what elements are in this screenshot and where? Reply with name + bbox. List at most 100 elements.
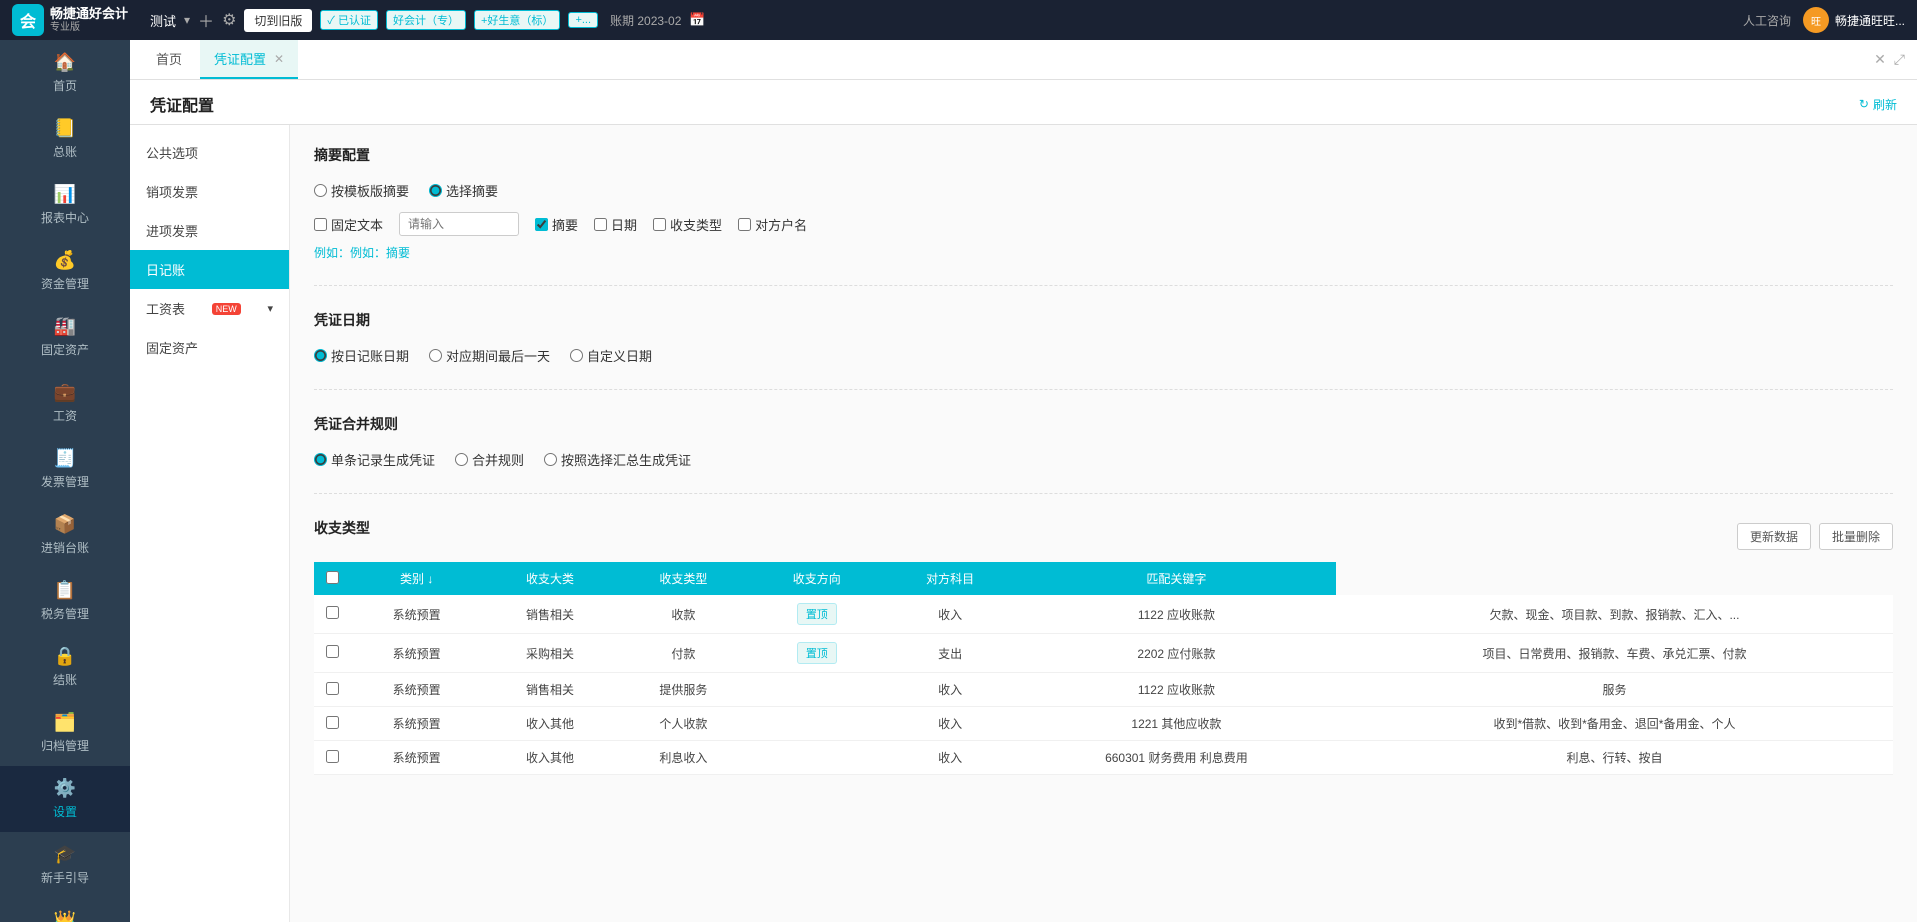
sidebar-item-salary[interactable]: 💼 工资 — [0, 370, 130, 436]
row-1-top-btn[interactable]: 置顶 — [797, 603, 837, 625]
sidebar-item-member[interactable]: 👑 畅会员 — [0, 898, 130, 922]
checkbox-summary-input[interactable] — [535, 218, 548, 231]
left-nav-payroll[interactable]: 工资表 NEW ▾ — [130, 289, 289, 328]
sidebar-item-report[interactable]: 📊 报表中心 — [0, 172, 130, 238]
radio-select-input[interactable] — [429, 184, 442, 197]
stock-icon: 📦 — [54, 514, 76, 535]
checkbox-fixed-text-input[interactable] — [314, 218, 327, 231]
divider-3 — [314, 493, 1893, 494]
invoice-icon: 🧾 — [54, 448, 76, 469]
sidebar-item-close[interactable]: 🔒 结账 — [0, 634, 130, 700]
row-1-checkbox[interactable] — [326, 606, 339, 619]
fixed-text-input[interactable] — [399, 212, 519, 236]
brand-icon: 会 — [12, 4, 44, 36]
gear-icon[interactable]: ⚙ — [222, 10, 236, 30]
radio-merge-rule-input[interactable] — [455, 453, 468, 466]
tab-expand-icon[interactable]: ⤢ — [1894, 51, 1905, 68]
radio-journal-date-input[interactable] — [314, 349, 327, 362]
left-nav-public[interactable]: 公共选项 — [130, 133, 289, 172]
sidebar-label-stock: 进销台账 — [41, 539, 89, 556]
service-btn[interactable]: 人工咨询 — [1743, 12, 1791, 29]
checkbox-fixed-text[interactable]: 固定文本 — [314, 215, 383, 234]
tab-home[interactable]: 首页 — [142, 40, 196, 79]
radio-single-record-input[interactable] — [314, 453, 327, 466]
tab-close-all-icon[interactable]: ✕ — [1874, 51, 1886, 68]
sidebar-label-fund: 资金管理 — [41, 275, 89, 292]
left-nav-fixed-asset[interactable]: 固定资产 — [130, 328, 289, 367]
left-nav-journal[interactable]: 日记账 — [130, 250, 289, 289]
row-2-account: 2202 应付账款 — [1017, 634, 1336, 673]
radio-template-input[interactable] — [314, 184, 327, 197]
tab-voucher-config[interactable]: 凭证配置 ✕ — [200, 40, 298, 79]
radio-summary-generate-input[interactable] — [544, 453, 557, 466]
sidebar-item-home[interactable]: 🏠 首页 — [0, 40, 130, 106]
row-5-account: 660301 财务费用 利息费用 — [1017, 741, 1336, 775]
select-all-checkbox[interactable] — [326, 571, 339, 584]
row-3-bigtype: 销售相关 — [483, 673, 616, 707]
arrow-down-icon[interactable]: ▾ — [184, 13, 190, 27]
row-3-direction-empty — [750, 673, 883, 707]
row-2-direction: 置顶 — [750, 634, 883, 673]
refresh-icon: ↻ — [1859, 97, 1869, 111]
sidebar-item-ledger[interactable]: 📒 总账 — [0, 106, 130, 172]
new-badge: NEW — [212, 303, 241, 315]
sidebar-label-ledger: 总账 — [53, 143, 77, 160]
calendar-icon[interactable]: 📅 — [689, 12, 705, 28]
switch-btn[interactable]: 切到旧版 — [244, 9, 312, 32]
sidebar-item-guide[interactable]: 🎓 新手引导 — [0, 832, 130, 898]
left-nav-purchase-invoice[interactable]: 进项发票 — [130, 211, 289, 250]
sidebar-item-tax[interactable]: 📋 税务管理 — [0, 568, 130, 634]
row-3-direction-val: 收入 — [884, 673, 1017, 707]
top-bar-right: 人工咨询 旺 畅捷通旺旺... — [1743, 7, 1905, 33]
sidebar-item-invoice[interactable]: 🧾 发票管理 — [0, 436, 130, 502]
batch-delete-btn[interactable]: 批量删除 — [1819, 523, 1893, 550]
sidebar-item-asset[interactable]: 🏭 固定资产 — [0, 304, 130, 370]
sidebar: 🏠 首页 📒 总账 📊 报表中心 💰 资金管理 🏭 固定资产 💼 工资 🧾 发票… — [0, 40, 130, 922]
checkbox-date-input[interactable] — [594, 218, 607, 231]
radio-period-last[interactable]: 对应期间最后一天 — [429, 346, 550, 365]
add-icon[interactable]: ＋ — [198, 8, 214, 32]
update-data-btn[interactable]: 更新数据 — [1737, 523, 1811, 550]
radio-merge-rule[interactable]: 合并规则 — [455, 450, 524, 469]
type-table-section: 收支类型 更新数据 批量删除 类别 ↓ — [314, 518, 1893, 775]
row-2-top-btn[interactable]: 置顶 — [797, 642, 837, 664]
row-4-checkbox[interactable] — [326, 716, 339, 729]
date-title: 凭证日期 — [314, 310, 1893, 330]
col-account: 对方科目 — [884, 562, 1017, 595]
refresh-label: 刷新 — [1873, 96, 1897, 113]
merge-title: 凭证合并规则 — [314, 414, 1893, 434]
brand: 会 畅捷通好会计 专业版 — [12, 4, 142, 36]
left-nav-sale-invoice[interactable]: 销项发票 — [130, 172, 289, 211]
checkbox-summary[interactable]: 摘要 — [535, 215, 578, 234]
checkbox-counterparty[interactable]: 对方户名 — [738, 215, 807, 234]
top-bar-center: 测试 ▾ ＋ ⚙ 切到旧版 ✓ 已认证 好会计（专） +好生意（标） +... … — [150, 8, 1735, 32]
certified-tag: ✓ 已认证 — [320, 10, 378, 30]
radio-select[interactable]: 选择摘要 — [429, 181, 498, 200]
tag-haoji: 好会计（专） — [386, 10, 466, 30]
checkbox-income-type-input[interactable] — [653, 218, 666, 231]
radio-single-record[interactable]: 单条记录生成凭证 — [314, 450, 435, 469]
checkbox-income-type[interactable]: 收支类型 — [653, 215, 722, 234]
checkbox-counterparty-input[interactable] — [738, 218, 751, 231]
row-2-checkbox[interactable] — [326, 645, 339, 658]
radio-custom-date[interactable]: 自定义日期 — [570, 346, 652, 365]
row-5-checkbox[interactable] — [326, 750, 339, 763]
sidebar-item-fund[interactable]: 💰 资金管理 — [0, 238, 130, 304]
row-5-direction-val: 收入 — [884, 741, 1017, 775]
sidebar-item-stock[interactable]: 📦 进销台账 — [0, 502, 130, 568]
radio-custom-date-input[interactable] — [570, 349, 583, 362]
refresh-btn[interactable]: ↻ 刷新 — [1859, 96, 1897, 113]
page-header: 凭证配置 ↻ 刷新 — [130, 80, 1917, 125]
radio-template[interactable]: 按模板版摘要 — [314, 181, 409, 200]
sidebar-item-archive[interactable]: 🗂️ 归档管理 — [0, 700, 130, 766]
radio-journal-date[interactable]: 按日记账日期 — [314, 346, 409, 365]
checkbox-date[interactable]: 日期 — [594, 215, 637, 234]
sidebar-item-settings[interactable]: ⚙️ 设置 — [0, 766, 130, 832]
radio-summary-generate[interactable]: 按照选择汇总生成凭证 — [544, 450, 691, 469]
period-label: 账期 2023-02 — [610, 12, 681, 29]
summary-title: 摘要配置 — [314, 145, 1893, 165]
row-3-checkbox[interactable] — [326, 682, 339, 695]
tab-close-icon[interactable]: ✕ — [274, 52, 284, 66]
radio-period-last-input[interactable] — [429, 349, 442, 362]
table-row: 系统预置 收入其他 个人收款 收入 1221 其他应收款 收到*借款、收到*备用… — [314, 707, 1893, 741]
